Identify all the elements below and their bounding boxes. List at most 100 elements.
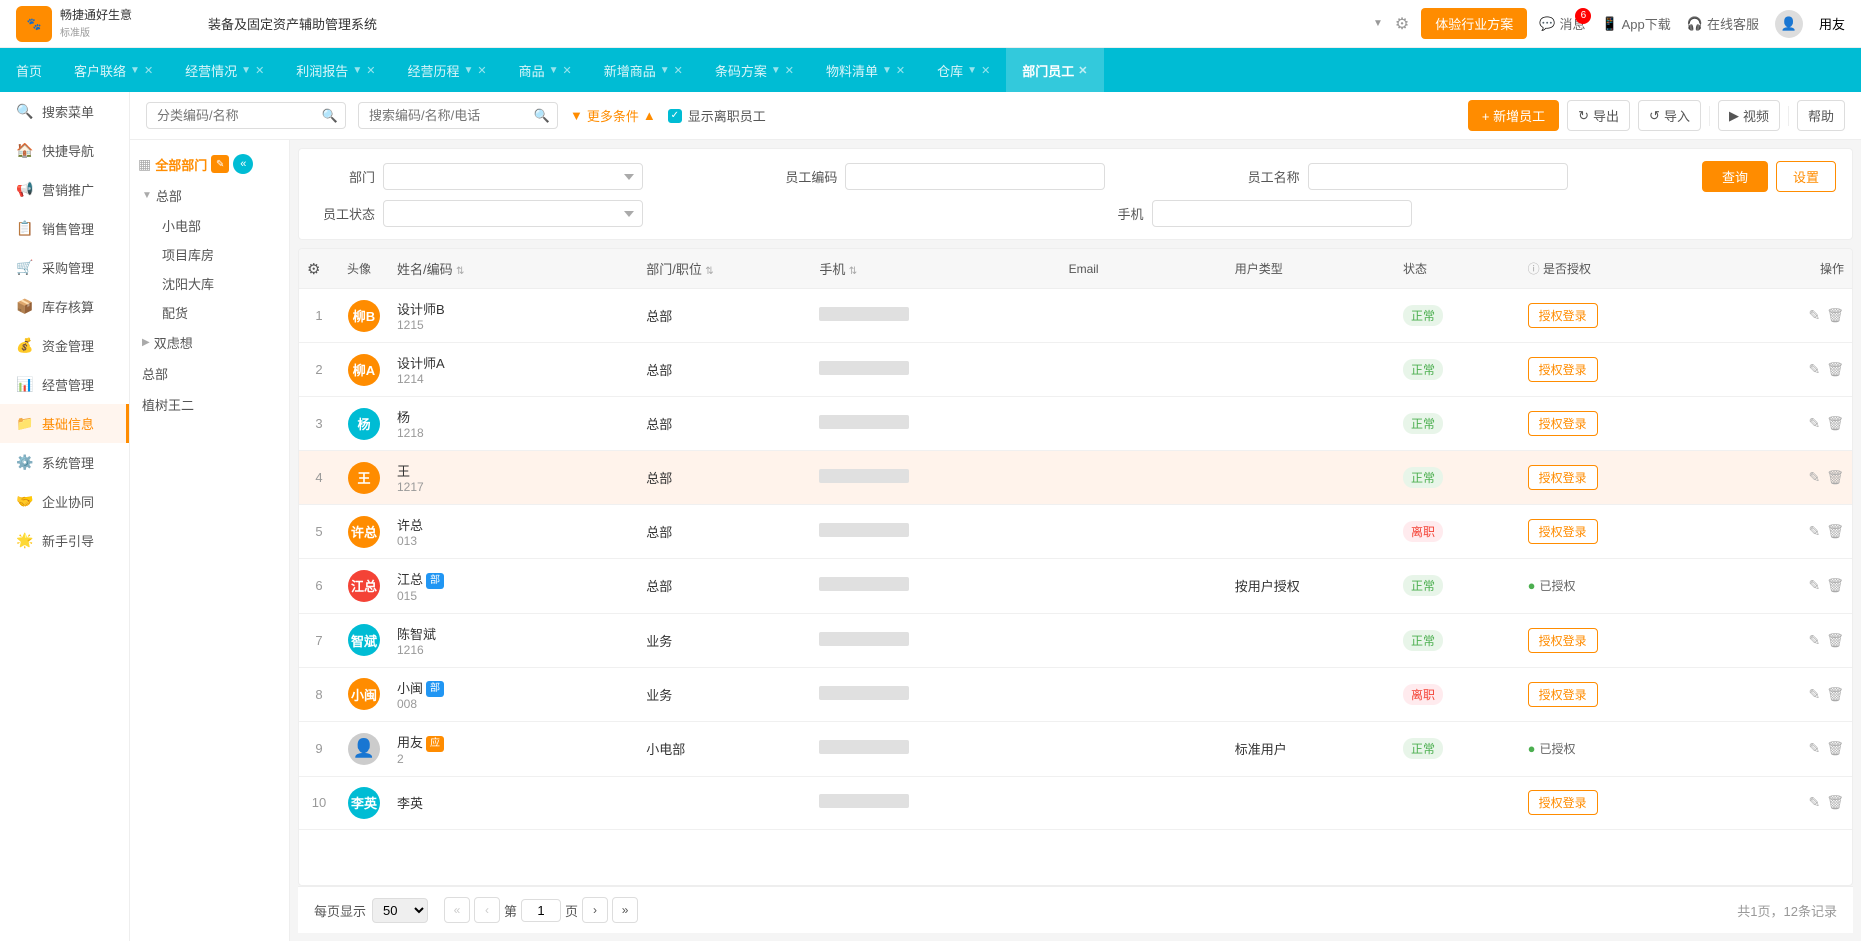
search-submit-icon[interactable]: 🔍 xyxy=(322,108,338,124)
tab-history[interactable]: 经营历程 ▼ ✕ xyxy=(391,48,502,92)
system-title-arrow[interactable]: ▼ xyxy=(1373,18,1383,29)
tree-node-zonbu-root[interactable]: ▼ 总部 xyxy=(130,180,289,211)
delete-icon[interactable]: 🗑 xyxy=(1826,794,1844,810)
sidebar-item-inventory[interactable]: 📦 库存核算 xyxy=(0,287,129,326)
edit-icon[interactable]: ✎ xyxy=(1808,632,1820,648)
tree-node-xiangmu[interactable]: 项目库房 xyxy=(130,240,289,269)
sidebar-item-finance[interactable]: 💰 资金管理 xyxy=(0,326,129,365)
tab-goods-close[interactable]: ✕ xyxy=(563,64,572,77)
tree-node-shenyang[interactable]: 沈阳大库 xyxy=(130,269,289,298)
tab-goods[interactable]: 商品 ▼ ✕ xyxy=(503,48,588,92)
edit-icon[interactable]: ✎ xyxy=(1808,361,1820,377)
tree-edit-icon[interactable]: ✎ xyxy=(211,155,229,173)
help-button[interactable]: 帮助 xyxy=(1797,100,1845,131)
edit-icon[interactable]: ✎ xyxy=(1808,740,1820,756)
tab-operations[interactable]: 经营情况 ▼ ✕ xyxy=(169,48,280,92)
delete-icon[interactable]: 🗑 xyxy=(1826,686,1844,702)
phone-search-input[interactable] xyxy=(358,102,558,129)
edit-icon[interactable]: ✎ xyxy=(1808,469,1820,485)
delete-icon[interactable]: 🗑 xyxy=(1826,361,1844,377)
empstatus-select[interactable] xyxy=(383,200,643,227)
table-gear-icon[interactable]: ⚙ xyxy=(307,261,320,278)
tree-grid-icon[interactable]: ▦ xyxy=(138,156,151,173)
phone-search-icon[interactable]: 🔍 xyxy=(534,108,550,124)
auth-login-btn[interactable]: 授权登录 xyxy=(1528,303,1598,328)
edit-icon[interactable]: ✎ xyxy=(1808,523,1820,539)
sidebar-item-operations[interactable]: 📊 经营管理 xyxy=(0,365,129,404)
more-filter-btn[interactable]: ▼ 更多条件 ▲ xyxy=(570,106,656,125)
edit-icon[interactable]: ✎ xyxy=(1808,307,1820,323)
tab-employees[interactable]: 部门员工 ✕ xyxy=(1006,48,1103,92)
auth-login-btn[interactable]: 授权登录 xyxy=(1528,465,1598,490)
query-button[interactable]: 查询 xyxy=(1702,161,1768,192)
tab-home[interactable]: 首页 xyxy=(0,48,58,92)
tab-customer[interactable]: 客户联络 ▼ ✕ xyxy=(58,48,169,92)
auth-login-btn[interactable]: 授权登录 xyxy=(1528,519,1598,544)
online-service-btn[interactable]: 🎧 在线客服 xyxy=(1687,14,1759,33)
app-download-btn[interactable]: 📱 App下载 xyxy=(1601,14,1670,33)
tab-addgoods-close[interactable]: ✕ xyxy=(674,64,683,77)
experience-button[interactable]: 体验行业方案 xyxy=(1421,8,1527,39)
tab-profit[interactable]: 利润报告 ▼ ✕ xyxy=(280,48,391,92)
sidebar-item-guide[interactable]: 🌟 新手引导 xyxy=(0,521,129,560)
tab-warehouse-close[interactable]: ✕ xyxy=(981,64,990,77)
auth-login-btn[interactable]: 授权登录 xyxy=(1528,628,1598,653)
sidebar-item-search[interactable]: 🔍 搜索菜单 xyxy=(0,92,129,131)
tab-warehouse[interactable]: 仓库 ▼ ✕ xyxy=(921,48,1006,92)
sidebar-item-nav[interactable]: 🏠 快捷导航 xyxy=(0,131,129,170)
all-dept-label[interactable]: 全部部门 xyxy=(155,155,207,174)
sidebar-item-purchase[interactable]: 🛒 采购管理 xyxy=(0,248,129,287)
import-button[interactable]: ↺ 导入 xyxy=(1638,100,1701,131)
last-page-btn[interactable]: » xyxy=(612,897,638,923)
dept-sort-icon[interactable]: ⇅ xyxy=(705,266,713,277)
tab-barcode[interactable]: 条码方案 ▼ ✕ xyxy=(699,48,810,92)
auth-help-icon[interactable]: ⓘ xyxy=(1528,262,1540,276)
message-btn[interactable]: 💬 消息 6 xyxy=(1539,14,1585,33)
next-page-btn[interactable]: › xyxy=(582,897,608,923)
tab-add-goods[interactable]: 新增商品 ▼ ✕ xyxy=(588,48,699,92)
tree-node-xiaodian[interactable]: 小电部 xyxy=(130,211,289,240)
dept-select[interactable] xyxy=(383,163,643,190)
edit-icon[interactable]: ✎ xyxy=(1808,415,1820,431)
add-employee-button[interactable]: + 新增员工 xyxy=(1468,100,1559,131)
tab-barcode-close[interactable]: ✕ xyxy=(785,64,794,77)
tab-bom[interactable]: 物料清单 ▼ ✕ xyxy=(810,48,921,92)
edit-icon[interactable]: ✎ xyxy=(1808,794,1820,810)
tree-node-zonbu2[interactable]: 总部 xyxy=(130,358,289,389)
delete-icon[interactable]: 🗑 xyxy=(1826,415,1844,431)
name-sort-icon[interactable]: ⇅ xyxy=(456,266,464,277)
show-resigned-checkbox[interactable]: ✓ xyxy=(668,109,682,123)
user-avatar[interactable]: 👤 xyxy=(1775,10,1803,38)
sidebar-item-marketing[interactable]: 📢 营销推广 xyxy=(0,170,129,209)
search-input[interactable] xyxy=(146,102,346,129)
phone-input[interactable] xyxy=(1152,200,1412,227)
tab-ops-close[interactable]: ✕ xyxy=(255,64,264,77)
delete-icon[interactable]: 🗑 xyxy=(1826,469,1844,485)
tab-employees-close[interactable]: ✕ xyxy=(1078,64,1087,77)
phone-sort-icon[interactable]: ⇅ xyxy=(849,266,857,277)
delete-icon[interactable]: 🗑 xyxy=(1826,523,1844,539)
tab-customer-close[interactable]: ✕ xyxy=(144,64,153,77)
tab-profit-close[interactable]: ✕ xyxy=(366,64,375,77)
view-button[interactable]: ▶ 视频 xyxy=(1718,100,1780,131)
empname-input[interactable] xyxy=(1308,163,1568,190)
sidebar-item-collab[interactable]: 🤝 企业协同 xyxy=(0,482,129,521)
settings-icon[interactable]: ⚙ xyxy=(1395,14,1409,34)
sidebar-item-system[interactable]: ⚙️ 系统管理 xyxy=(0,443,129,482)
auth-login-btn[interactable]: 授权登录 xyxy=(1528,411,1598,436)
tree-collapse-btn[interactable]: « xyxy=(233,154,253,174)
delete-icon[interactable]: 🗑 xyxy=(1826,740,1844,756)
delete-icon[interactable]: 🗑 xyxy=(1826,307,1844,323)
per-page-select[interactable]: 50 100 200 xyxy=(372,898,428,923)
export-button[interactable]: ↻ 导出 xyxy=(1567,100,1630,131)
sidebar-item-sales[interactable]: 📋 销售管理 xyxy=(0,209,129,248)
set-button[interactable]: 设置 xyxy=(1776,161,1836,192)
tab-bom-close[interactable]: ✕ xyxy=(896,64,905,77)
tree-node-shuanglv[interactable]: ▶ 双虑想 xyxy=(130,327,289,358)
delete-icon[interactable]: 🗑 xyxy=(1826,577,1844,593)
delete-icon[interactable]: 🗑 xyxy=(1826,632,1844,648)
page-number-input[interactable] xyxy=(521,899,561,922)
first-page-btn[interactable]: « xyxy=(444,897,470,923)
edit-icon[interactable]: ✎ xyxy=(1808,577,1820,593)
tree-node-zhishu[interactable]: 植树王二 xyxy=(130,389,289,420)
